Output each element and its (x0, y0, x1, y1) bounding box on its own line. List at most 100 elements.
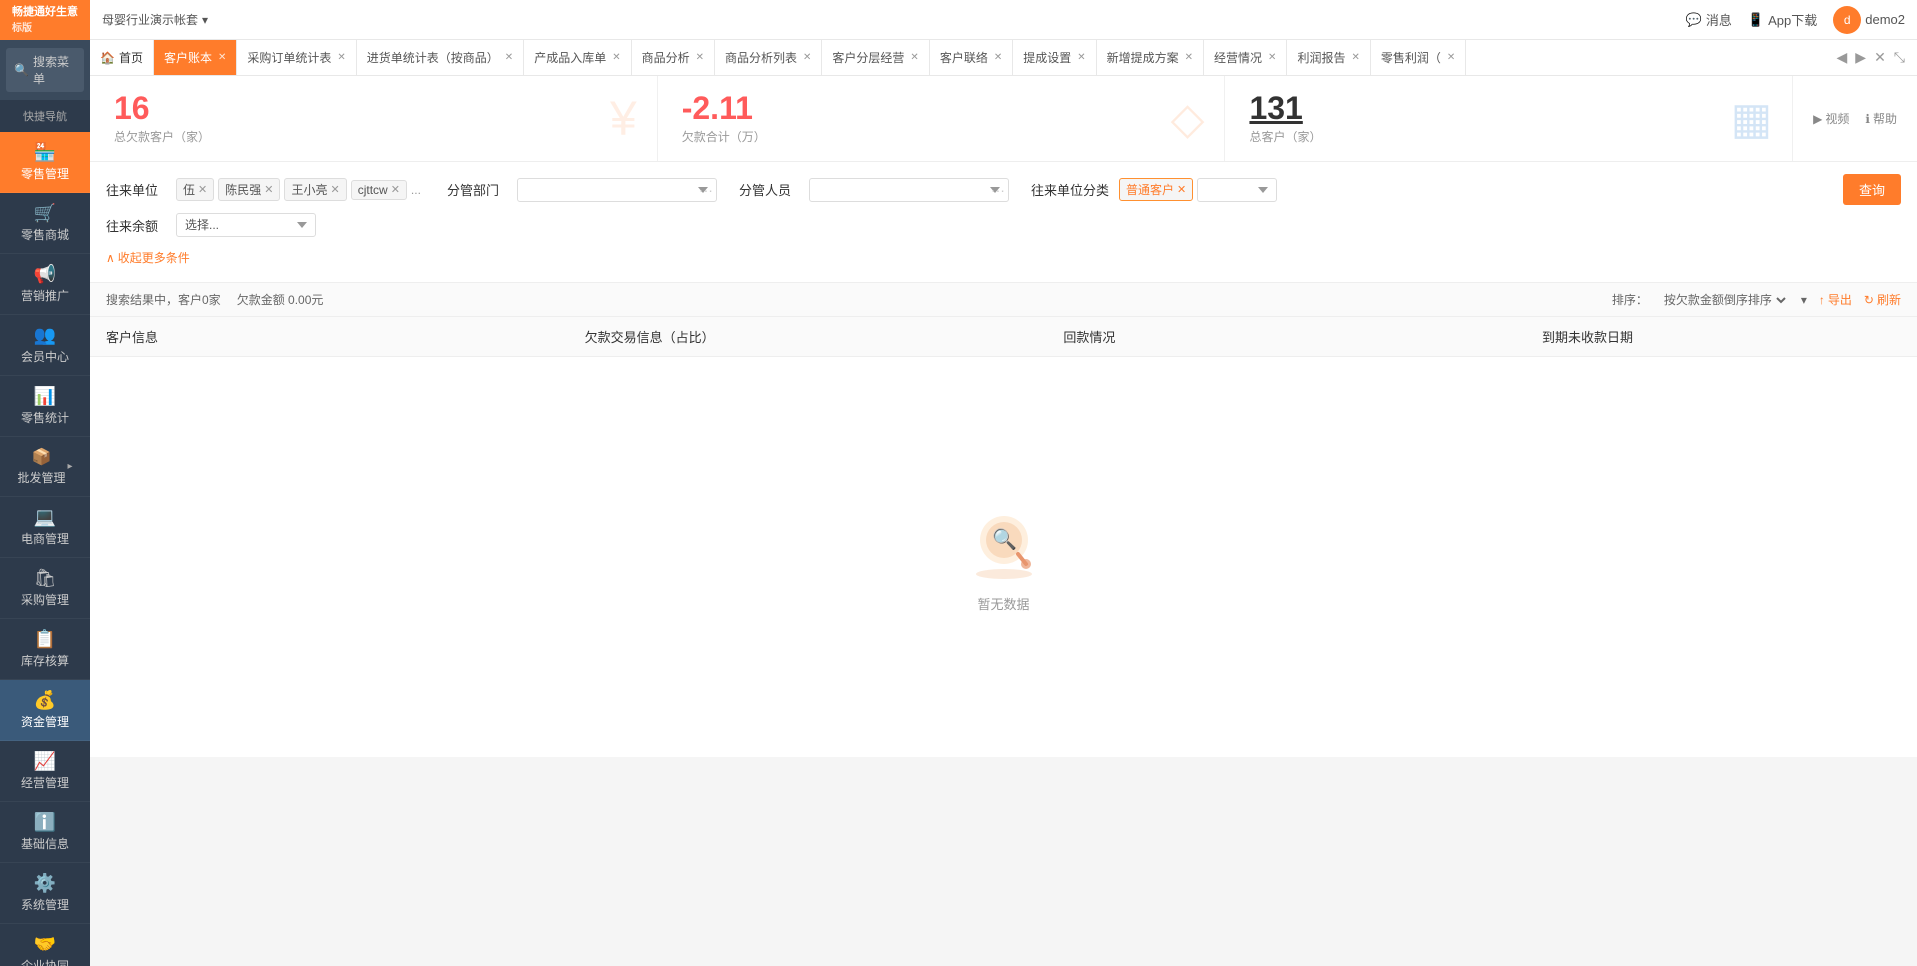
tab-profit-report[interactable]: 利润报告 ✕ (1287, 40, 1370, 76)
close-icon[interactable]: ✕ (612, 52, 620, 63)
results-bar: 搜索结果中，客户0家 欠款金额 0.00元 排序： 按欠款金额倒序排序 ▾ ↑ … (90, 283, 1917, 317)
sidebar-label-member: 会员中心 (6, 348, 84, 365)
sidebar-label-purchase: 采购管理 (6, 591, 84, 608)
close-icon[interactable]: ✕ (1447, 52, 1455, 63)
person-filter-select[interactable] (809, 178, 1009, 202)
sidebar-item-ecommerce[interactable]: 💻 电商管理 (0, 497, 90, 558)
close-icon[interactable]: ✕ (1351, 52, 1359, 63)
sidebar-item-business[interactable]: 📈 经营管理 (0, 741, 90, 802)
tab-product-list[interactable]: 商品分析列表 ✕ (715, 40, 822, 76)
expand-tabs-button[interactable]: ⤡ (1890, 49, 1909, 66)
unit-class-select[interactable] (1197, 178, 1277, 202)
video-help-button[interactable]: ▶ 视频 (1813, 110, 1849, 127)
tab-home[interactable]: 🏠 首页 (90, 40, 154, 76)
sidebar-item-wholesale[interactable]: 📦 批发管理 ▸ (0, 437, 90, 497)
search-icon: 🔍 (14, 63, 29, 77)
sidebar-item-basic-info[interactable]: ℹ️ 基础信息 (0, 802, 90, 863)
sidebar: 畅捷通好生意 标版 🔍 搜索菜单 快捷导航 🏪 零售管理 🛒 零售商城 📢 营销… (0, 0, 90, 966)
workspace-name: 母婴行业演示帐套 (102, 11, 198, 28)
nav-tabs-bar: 🏠 首页 客户账本 ✕ 采购订单统计表 ✕ 进货单统计表（按商品） ✕ 产成品入… (90, 40, 1917, 76)
prev-tab-button[interactable]: ◀ (1833, 49, 1852, 66)
sidebar-label-retail-stats: 零售统计 (6, 409, 84, 426)
tab-customer-contact[interactable]: 客户联络 ✕ (930, 40, 1013, 76)
remove-tag-1[interactable]: ✕ (264, 183, 273, 196)
remove-tag-0[interactable]: ✕ (198, 183, 207, 196)
sidebar-item-retail-stats[interactable]: 📊 零售统计 (0, 376, 90, 437)
sidebar-item-inventory[interactable]: 📋 库存核算 (0, 619, 90, 680)
user-menu[interactable]: d demo2 (1833, 6, 1905, 34)
close-icon[interactable]: ✕ (505, 52, 513, 63)
sidebar-item-retail-mgmt[interactable]: 🏪 零售管理 (0, 132, 90, 193)
tab-retail-profit[interactable]: 零售利润（ ✕ (1371, 40, 1466, 76)
person-filter-more[interactable]: ··· (991, 182, 1005, 198)
unit-class-tag: 普通客户 ✕ (1119, 178, 1193, 201)
tab-customer-book[interactable]: 客户账本 ✕ (154, 40, 237, 76)
tab-contact-label: 客户联络 (940, 49, 988, 66)
tab-stock-in-label: 进货单统计表（按商品） (367, 49, 499, 66)
dept-filter-select[interactable] (517, 178, 717, 202)
dept-filter-more[interactable]: ··· (699, 182, 713, 198)
col-debt-info: 欠款交易信息（占比） (585, 327, 1064, 346)
search-result-text: 搜索结果中，客户0家 (106, 291, 221, 308)
sidebar-item-enterprise[interactable]: 🤝 企业协同 (0, 924, 90, 966)
sidebar-item-retail-mall[interactable]: 🛒 零售商城 (0, 193, 90, 254)
tab-customer-segment[interactable]: 客户分层经营 ✕ (822, 40, 929, 76)
quick-nav-item[interactable]: 快捷导航 (0, 100, 90, 132)
app-download-button[interactable]: 📱 App下载 (1748, 10, 1817, 29)
sort-label: 排序： (1612, 291, 1648, 308)
tab-stock-in-stats[interactable]: 进货单统计表（按商品） ✕ (357, 40, 524, 76)
tab-purchase-order[interactable]: 采购订单统计表 ✕ (237, 40, 356, 76)
close-icon[interactable]: ✕ (1268, 52, 1276, 63)
message-icon: 💬 (1686, 12, 1702, 28)
close-icon[interactable]: ✕ (803, 52, 811, 63)
more-tags-button[interactable]: ... (411, 183, 421, 197)
main-content: ¥ 16 总欠款客户（家） ◇ -2.11 欠款合计（万） ▦ 131 总客户（… (90, 76, 1917, 966)
close-icon[interactable]: ✕ (1185, 52, 1193, 63)
search-menu-button[interactable]: 🔍 搜索菜单 (6, 48, 84, 92)
remove-unit-class-tag[interactable]: ✕ (1177, 183, 1186, 196)
tab-promotion-settings-label: 提成设置 (1023, 49, 1071, 66)
sidebar-item-system[interactable]: ⚙️ 系统管理 (0, 863, 90, 924)
messages-label: 消息 (1706, 10, 1732, 29)
messages-button[interactable]: 💬 消息 (1686, 10, 1732, 29)
close-icon[interactable]: ✕ (994, 52, 1002, 63)
sidebar-item-purchase[interactable]: 🛍 采购管理 (0, 558, 90, 619)
workspace-selector[interactable]: 母婴行业演示帐套 ▾ (102, 11, 208, 28)
logo-main-text: 畅捷通好生意 (12, 6, 78, 19)
collapse-filters-button[interactable]: ∧ 收起更多条件 (106, 245, 1901, 270)
balance-filter-select[interactable]: 选择... (176, 213, 316, 237)
help-button[interactable]: ℹ 帮助 (1865, 110, 1897, 127)
tab-new-promotion[interactable]: 新增提成方案 ✕ (1097, 40, 1204, 76)
filter-row-unit: 往来单位 伍 ✕ 陈民强 ✕ 王小亮 ✕ cjttcw ✕ ... (106, 174, 1901, 205)
tab-product-analysis[interactable]: 商品分析 ✕ (632, 40, 715, 76)
close-icon[interactable]: ✕ (696, 52, 704, 63)
unit-filter-label: 往来单位 (106, 180, 166, 199)
top-bar-right: 💬 消息 📱 App下载 d demo2 (1686, 6, 1905, 34)
sidebar-item-capital[interactable]: 💰 资金管理 (0, 680, 90, 741)
sidebar-item-marketing[interactable]: 📢 营销推广 (0, 254, 90, 315)
remove-tag-2[interactable]: ✕ (330, 183, 339, 196)
app-download-label: App下载 (1768, 10, 1817, 29)
person-filter-label: 分管人员 (739, 180, 799, 199)
sort-select[interactable]: 按欠款金额倒序排序 (1660, 292, 1789, 308)
close-all-tabs-button[interactable]: ✕ (1870, 49, 1890, 66)
close-icon[interactable]: ✕ (218, 52, 226, 63)
close-icon[interactable]: ✕ (910, 52, 918, 63)
remove-tag-3[interactable]: ✕ (391, 183, 400, 196)
next-tab-button[interactable]: ▶ (1851, 49, 1870, 66)
results-actions: 排序： 按欠款金额倒序排序 ▾ ↑ 导出 ↻ 刷新 (1612, 291, 1901, 308)
export-button[interactable]: ↑ 导出 (1819, 291, 1852, 308)
refresh-button[interactable]: ↻ 刷新 (1864, 291, 1901, 308)
empty-text: 暂无数据 (977, 594, 1029, 613)
tab-cost-in[interactable]: 产成品入库单 ✕ (524, 40, 631, 76)
sidebar-label-retail-mall: 零售商城 (6, 226, 84, 243)
tab-business-status[interactable]: 经营情况 ✕ (1204, 40, 1287, 76)
query-button[interactable]: 查询 (1843, 174, 1901, 205)
collapse-label: 收起更多条件 (118, 249, 190, 266)
close-icon[interactable]: ✕ (337, 52, 345, 63)
close-icon[interactable]: ✕ (1077, 52, 1085, 63)
sidebar-item-member[interactable]: 👥 会员中心 (0, 315, 90, 376)
sidebar-label-marketing: 营销推广 (6, 287, 84, 304)
tab-promotion-settings[interactable]: 提成设置 ✕ (1013, 40, 1096, 76)
stat-total-debt: ◇ -2.11 欠款合计（万） (658, 76, 1226, 161)
